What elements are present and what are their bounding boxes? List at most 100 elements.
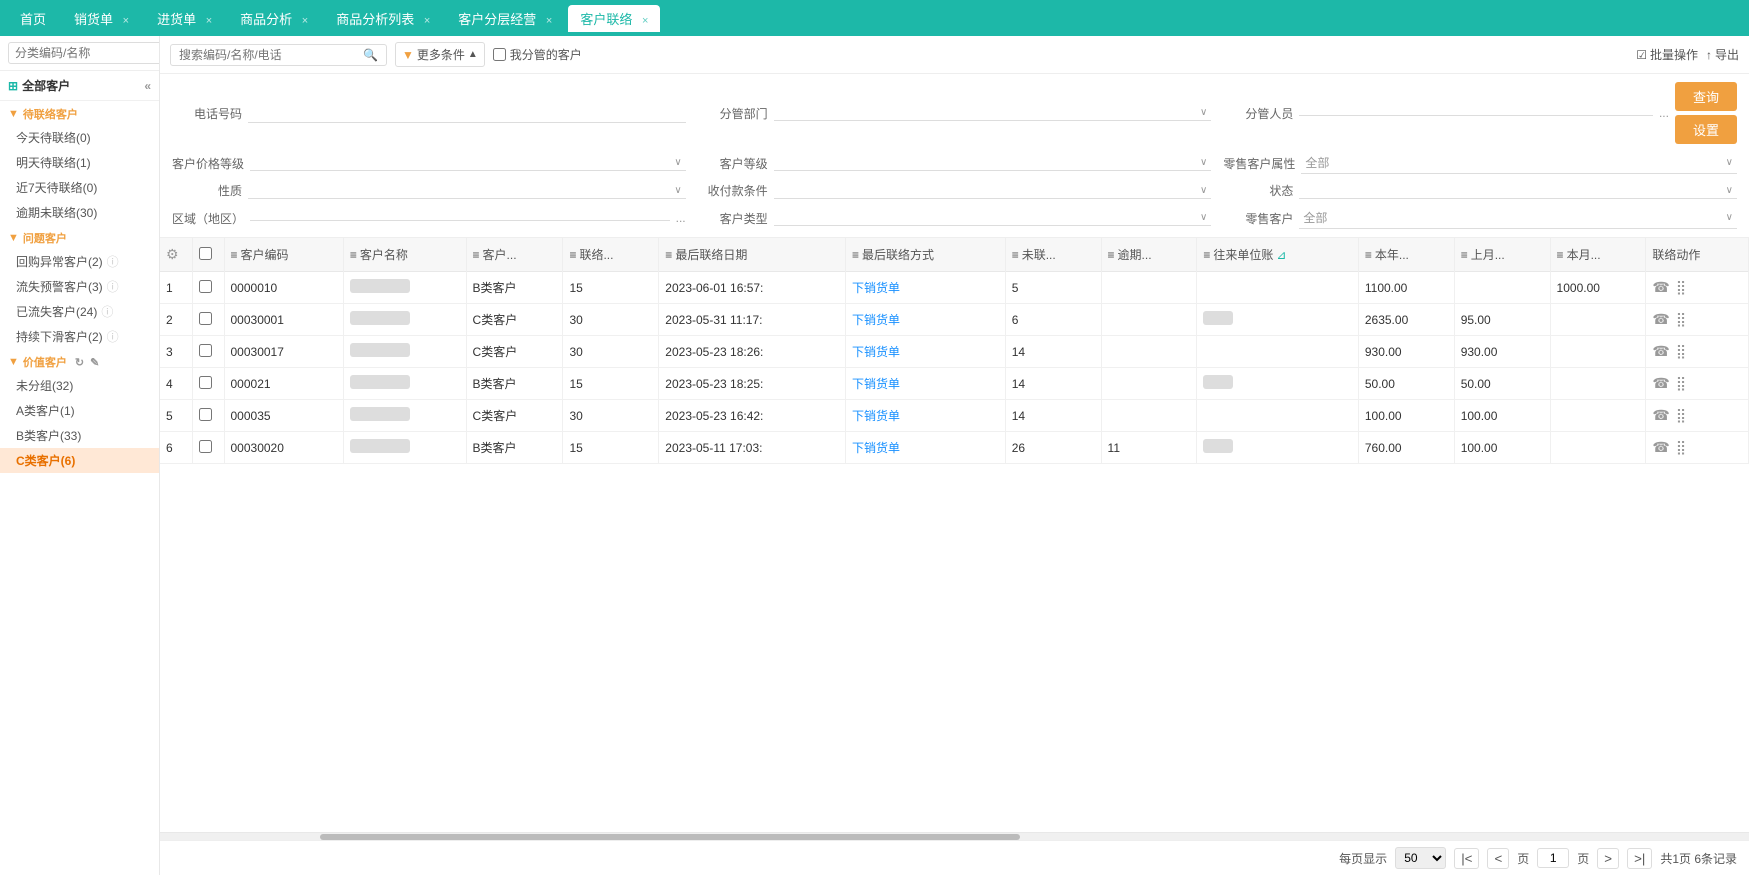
more-conditions-btn[interactable]: ▼ 更多条件 ▲ — [395, 42, 485, 67]
horizontal-scrollbar[interactable] — [160, 832, 1749, 840]
page-size-select[interactable]: 50 100 200 — [1395, 847, 1446, 869]
row-checkbox[interactable] — [199, 312, 212, 325]
declining[interactable]: 持续下滑客户(2) ⓘ — [0, 324, 159, 349]
sidebar-search-input[interactable] — [8, 42, 160, 64]
phone-input[interactable] — [248, 104, 686, 123]
row-checkbox[interactable] — [199, 344, 212, 357]
customer-type-select[interactable]: ∨ — [774, 210, 1212, 226]
ungrouped[interactable]: 未分组(32) — [0, 373, 159, 398]
search-input[interactable] — [179, 48, 359, 62]
close-purchase-icon[interactable]: × — [206, 15, 212, 27]
next-page-btn[interactable]: > — [1597, 848, 1619, 869]
retail-attr-value: 全部 — [1305, 154, 1329, 171]
close-customer-tier-icon[interactable]: × — [546, 15, 552, 27]
row-overdue — [1101, 368, 1197, 400]
all-customers-header[interactable]: ⊞ 全部客户 « — [0, 71, 159, 101]
status-select[interactable]: ∨ — [1299, 183, 1737, 199]
price-grade-select[interactable]: ∨ — [250, 155, 686, 171]
retail-customer-select[interactable]: 全部 ∨ — [1299, 207, 1737, 229]
row-last-method-link[interactable]: 下销货单 — [852, 377, 900, 391]
export-label: 导出 — [1715, 46, 1739, 63]
col-type-label: 客户... — [483, 246, 517, 263]
a-class-customers[interactable]: A类客户(1) — [0, 398, 159, 423]
more-action-icon[interactable]: ⣿ — [1676, 439, 1686, 456]
row-last-method-link[interactable]: 下销货单 — [852, 281, 900, 295]
row-checkbox[interactable] — [199, 376, 212, 389]
more-action-icon[interactable]: ⣿ — [1676, 375, 1686, 392]
row-checkbox[interactable] — [199, 280, 212, 293]
batch-ops-btn[interactable]: ☑ 批量操作 — [1636, 46, 1698, 63]
row-last-method-link[interactable]: 下销货单 — [852, 441, 900, 455]
overdue-pending[interactable]: 逾期未联络(30) — [0, 200, 159, 225]
close-sales-order-icon[interactable]: × — [123, 15, 129, 27]
nav-purchase-order[interactable]: 进货单 × — [145, 5, 224, 32]
nav-home[interactable]: 首页 — [8, 5, 58, 32]
today-pending[interactable]: 今天待联络(0) — [0, 125, 159, 150]
repurchase-abnormal[interactable]: 回购异常客户(2) ⓘ — [0, 249, 159, 274]
customer-grade-select[interactable]: ∨ — [774, 155, 1212, 171]
more-action-icon[interactable]: ⣿ — [1676, 407, 1686, 424]
nature-select[interactable]: ∨ — [248, 183, 686, 199]
row-type: C类客户 — [466, 400, 563, 432]
phone-action-icon[interactable]: ☎ — [1652, 439, 1669, 456]
nav-product-analysis[interactable]: 商品分析 × — [228, 5, 320, 32]
col-overdue: ≡逾期... — [1101, 238, 1197, 272]
row-name — [343, 336, 466, 368]
select-all-checkbox[interactable] — [199, 247, 212, 260]
row-index: 4 — [160, 368, 192, 400]
retail-attr-select[interactable]: 全部 ∨ — [1301, 152, 1737, 174]
row-name — [343, 368, 466, 400]
scrollbar-thumb[interactable] — [320, 834, 1020, 840]
export-btn[interactable]: ↑ 导出 — [1706, 46, 1739, 63]
b-class-customers[interactable]: B类客户(33) — [0, 423, 159, 448]
prev-page-btn[interactable]: < — [1487, 848, 1509, 869]
more-action-icon[interactable]: ⣿ — [1676, 279, 1686, 296]
first-page-btn[interactable]: |< — [1454, 848, 1479, 869]
dept-select[interactable]: ∨ — [774, 105, 1212, 121]
retail-attr-label: 零售客户属性 — [1223, 155, 1295, 172]
region-select[interactable] — [250, 216, 670, 221]
c-class-customers[interactable]: C类客户(6) — [0, 448, 159, 473]
row-checkbox[interactable] — [199, 440, 212, 453]
churn-warning[interactable]: 流失预警客户(3) ⓘ — [0, 274, 159, 299]
last-page-btn[interactable]: >| — [1627, 848, 1652, 869]
col-account-expand-icon[interactable]: ⊿ — [1276, 248, 1286, 262]
phone-action-icon[interactable]: ☎ — [1652, 407, 1669, 424]
query-btn[interactable]: 查询 — [1675, 82, 1737, 111]
row-last-method-link[interactable]: 下销货单 — [852, 409, 900, 423]
row-last-method-link[interactable]: 下销货单 — [852, 345, 900, 359]
info-icon-2: ⓘ — [107, 278, 119, 295]
value-customers-section: ▼ 价值客户 ↻ ✎ — [0, 349, 159, 373]
close-customer-contact-icon[interactable]: × — [642, 15, 648, 27]
more-action-icon[interactable]: ⣿ — [1676, 343, 1686, 360]
nav-customer-tier[interactable]: 客户分层经营 × — [446, 5, 564, 32]
row-last-method-link[interactable]: 下销货单 — [852, 313, 900, 327]
nav-product-analysis-list[interactable]: 商品分析列表 × — [324, 5, 442, 32]
close-product-analysis-list-icon[interactable]: × — [424, 15, 430, 27]
nav-sales-order[interactable]: 销货单 × — [62, 5, 141, 32]
settings-btn[interactable]: 设置 — [1675, 115, 1737, 144]
churned[interactable]: 已流失客户(24) ⓘ — [0, 299, 159, 324]
row-checkbox[interactable] — [199, 408, 212, 421]
edit-icon[interactable]: ✎ — [90, 356, 99, 369]
sidebar-collapse-icon[interactable]: « — [144, 79, 151, 93]
refresh-icon[interactable]: ↻ — [75, 356, 84, 369]
phone-action-icon[interactable]: ☎ — [1652, 343, 1669, 360]
phone-action-icon[interactable]: ☎ — [1652, 311, 1669, 328]
gear-icon[interactable]: ⚙ — [166, 246, 179, 262]
page-number-input[interactable] — [1537, 848, 1569, 868]
week-pending[interactable]: 近7天待联络(0) — [0, 175, 159, 200]
manager-select[interactable] — [1299, 111, 1653, 116]
tomorrow-pending[interactable]: 明天待联络(1) — [0, 150, 159, 175]
row-account-value — [1203, 375, 1233, 389]
manager-ellipsis[interactable]: ... — [1659, 106, 1669, 120]
phone-action-icon[interactable]: ☎ — [1652, 375, 1669, 392]
phone-action-icon[interactable]: ☎ — [1652, 279, 1669, 296]
region-ellipsis[interactable]: ... — [676, 211, 686, 225]
close-product-analysis-icon[interactable]: × — [302, 15, 308, 27]
search-icon[interactable]: 🔍 — [363, 48, 378, 62]
payment-select[interactable]: ∨ — [774, 183, 1212, 199]
my-customers-checkbox[interactable] — [493, 48, 506, 61]
nav-customer-contact[interactable]: 客户联络 × — [568, 5, 660, 32]
more-action-icon[interactable]: ⣿ — [1676, 311, 1686, 328]
